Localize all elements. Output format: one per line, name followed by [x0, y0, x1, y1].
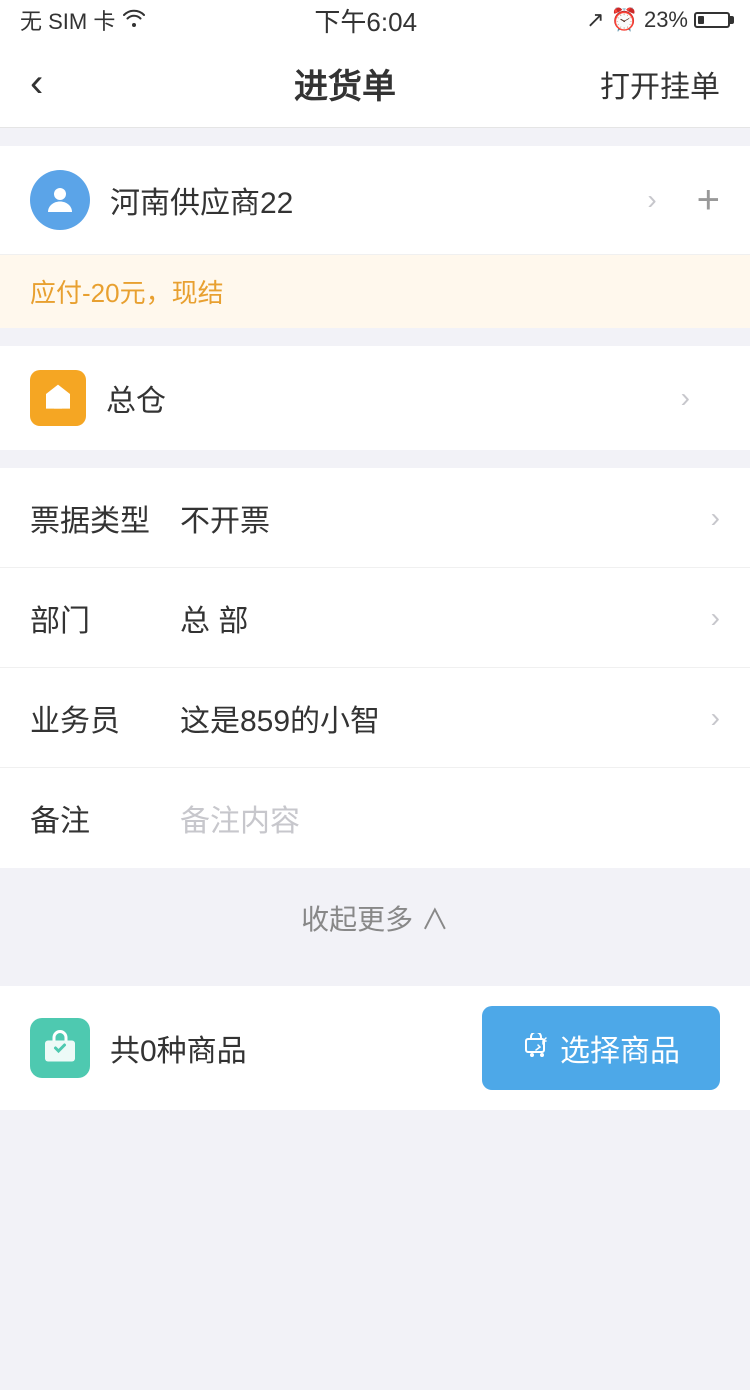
carrier-label: 无 SIM 卡	[20, 4, 115, 36]
select-product-button[interactable]: 选择商品	[482, 1006, 720, 1090]
supplier-section: 河南供应商22 › + 应付-20元，现结	[0, 146, 750, 328]
add-button[interactable]: +	[697, 178, 720, 223]
wifi-icon	[123, 7, 145, 33]
form-section: 票据类型 不开票 › 部门 总 部 › 业务员 这是859的小智 › 备注 备注…	[0, 468, 750, 868]
product-icon-bg	[30, 1018, 90, 1078]
open-pending-button[interactable]: 打开挂单	[600, 62, 720, 106]
empty-area	[0, 1110, 750, 1390]
nav-bar: ‹ 进货单 打开挂单	[0, 40, 750, 128]
warehouse-row[interactable]: 总仓 ›	[0, 346, 750, 450]
salesman-label: 业务员	[30, 696, 160, 740]
remark-row[interactable]: 备注 备注内容	[0, 768, 750, 868]
warehouse-building-icon	[42, 382, 74, 414]
department-label: 部门	[30, 596, 160, 640]
department-row[interactable]: 部门 总 部 ›	[0, 568, 750, 668]
invoice-label: 票据类型	[30, 496, 160, 540]
notice-text: 应付-20元，现结	[30, 278, 224, 308]
cart-icon	[522, 1032, 550, 1064]
warehouse-icon-bg	[30, 370, 86, 426]
back-button[interactable]: ‹	[30, 61, 90, 106]
salesman-row[interactable]: 业务员 这是859的小智 ›	[0, 668, 750, 768]
supplier-avatar	[30, 170, 90, 230]
salesman-chevron-icon: ›	[711, 702, 720, 734]
remark-input[interactable]: 备注内容	[160, 796, 720, 840]
page-title: 进货单	[294, 59, 396, 108]
status-right: ↗ ⏰ 23%	[586, 7, 730, 33]
invoice-chevron-icon: ›	[711, 502, 720, 534]
supplier-name: 河南供应商22	[110, 178, 647, 222]
bottom-bar: 共0种商品 选择商品	[0, 986, 750, 1110]
alarm-icon: ⏰	[611, 7, 638, 33]
warehouse-section: 总仓 ›	[0, 346, 750, 450]
shopping-bag-icon	[42, 1030, 78, 1066]
location-icon: ↗	[586, 7, 604, 33]
warehouse-name: 总仓	[106, 376, 681, 420]
person-icon	[42, 182, 78, 218]
invoice-value: 不开票	[160, 496, 711, 540]
select-btn-label: 选择商品	[560, 1026, 680, 1070]
salesman-value: 这是859的小智	[160, 696, 711, 740]
remark-label: 备注	[30, 796, 160, 840]
warehouse-chevron-icon: ›	[681, 382, 690, 414]
collapse-button[interactable]: 收起更多 ∧	[0, 868, 750, 968]
supplier-chevron-icon: ›	[647, 184, 656, 216]
status-bar: 无 SIM 卡 下午6:04 ↗ ⏰ 23%	[0, 0, 750, 40]
notice-bar: 应付-20元，现结	[0, 255, 750, 328]
department-chevron-icon: ›	[711, 602, 720, 634]
invoice-row[interactable]: 票据类型 不开票 ›	[0, 468, 750, 568]
battery-icon	[694, 12, 730, 28]
battery-percent: 23%	[644, 7, 688, 33]
product-count-label: 共0种商品	[110, 1026, 482, 1070]
status-left: 无 SIM 卡	[20, 4, 145, 36]
status-time: 下午6:04	[314, 2, 417, 39]
section-divider-1	[0, 128, 750, 146]
supplier-row[interactable]: 河南供应商22 › +	[0, 146, 750, 255]
department-value: 总 部	[160, 596, 711, 640]
